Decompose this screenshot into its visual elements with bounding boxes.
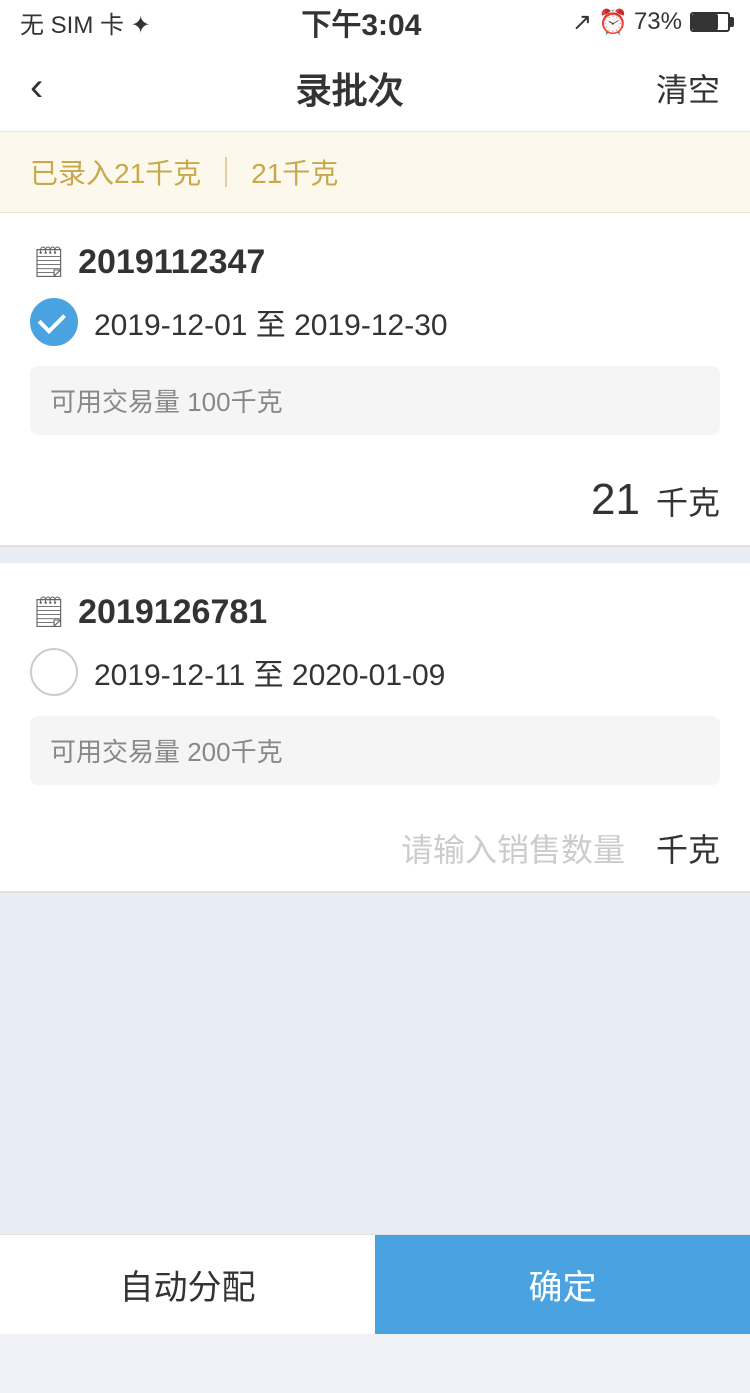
radio-1[interactable] [30,298,78,346]
bottom-bar: 自动分配 确定 [0,1234,750,1334]
alarm-icon: ⏰ [598,8,628,37]
quantity-unit-1: 千克 [656,478,720,524]
status-time: 下午3:04 [301,0,421,44]
nav-bar: ‹ 录批次 清空 [0,44,750,132]
quantity-unit-2: 千克 [656,825,720,871]
quantity-value-1: 21 [591,475,640,525]
page-title: 录批次 [296,62,404,114]
status-right: ↗ ⏰ 73% [572,8,730,37]
location-icon: ↗ [572,8,592,37]
quantity-input-2[interactable] [220,832,640,869]
auto-distribute-button[interactable]: 自动分配 [0,1235,375,1334]
batch-header-2: 🗒 2019126781 [30,593,720,632]
quantity-input-row-2: 千克 [0,805,750,893]
battery-label: 73% [634,8,682,36]
batch-id-2: 2019126781 [78,593,267,632]
availability-1: 可用交易量 100千克 [30,366,720,435]
sim-label: 无 SIM 卡 ✦ [20,5,151,40]
availability-2: 可用交易量 200千克 [30,716,720,785]
batch-date-row-1[interactable]: 2019-12-01 至 2019-12-30 [30,298,720,346]
radio-2[interactable] [30,648,78,696]
section-divider [0,547,750,563]
banner-divider [225,157,227,187]
status-left: 无 SIM 卡 ✦ [20,5,151,40]
batch-item-1: 🗒 2019112347 2019-12-01 至 2019-12-30 可用交… [0,213,750,435]
empty-area [0,893,750,1293]
quantity-row-1: 21 千克 [0,455,750,547]
status-bar: 无 SIM 卡 ✦ 下午3:04 ↗ ⏰ 73% [0,0,750,44]
batch-date-1: 2019-12-01 至 2019-12-30 [94,300,448,344]
recorded-value: 21千克 [251,152,338,192]
batch-card-1: 🗒 2019112347 2019-12-01 至 2019-12-30 可用交… [0,213,750,547]
battery-icon [690,12,730,32]
back-button[interactable]: ‹ [30,65,43,110]
info-banner: 已录入21千克 21千克 [0,132,750,213]
batch-id-1: 2019112347 [78,243,265,282]
clear-button[interactable]: 清空 [656,65,720,111]
content-wrapper: 🗒 2019112347 2019-12-01 至 2019-12-30 可用交… [0,213,750,1393]
batch-icon-2: 🗒 [30,595,68,630]
batch-date-row-2[interactable]: 2019-12-11 至 2020-01-09 [30,648,720,696]
recorded-label: 已录入21千克 [30,152,201,192]
batch-item-2: 🗒 2019126781 2019-12-11 至 2020-01-09 可用交… [0,563,750,785]
batch-icon-1: 🗒 [30,245,68,280]
batch-date-2: 2019-12-11 至 2020-01-09 [94,650,445,694]
batch-header-1: 🗒 2019112347 [30,243,720,282]
batch-card-2: 🗒 2019126781 2019-12-11 至 2020-01-09 可用交… [0,563,750,893]
confirm-button[interactable]: 确定 [375,1235,750,1334]
